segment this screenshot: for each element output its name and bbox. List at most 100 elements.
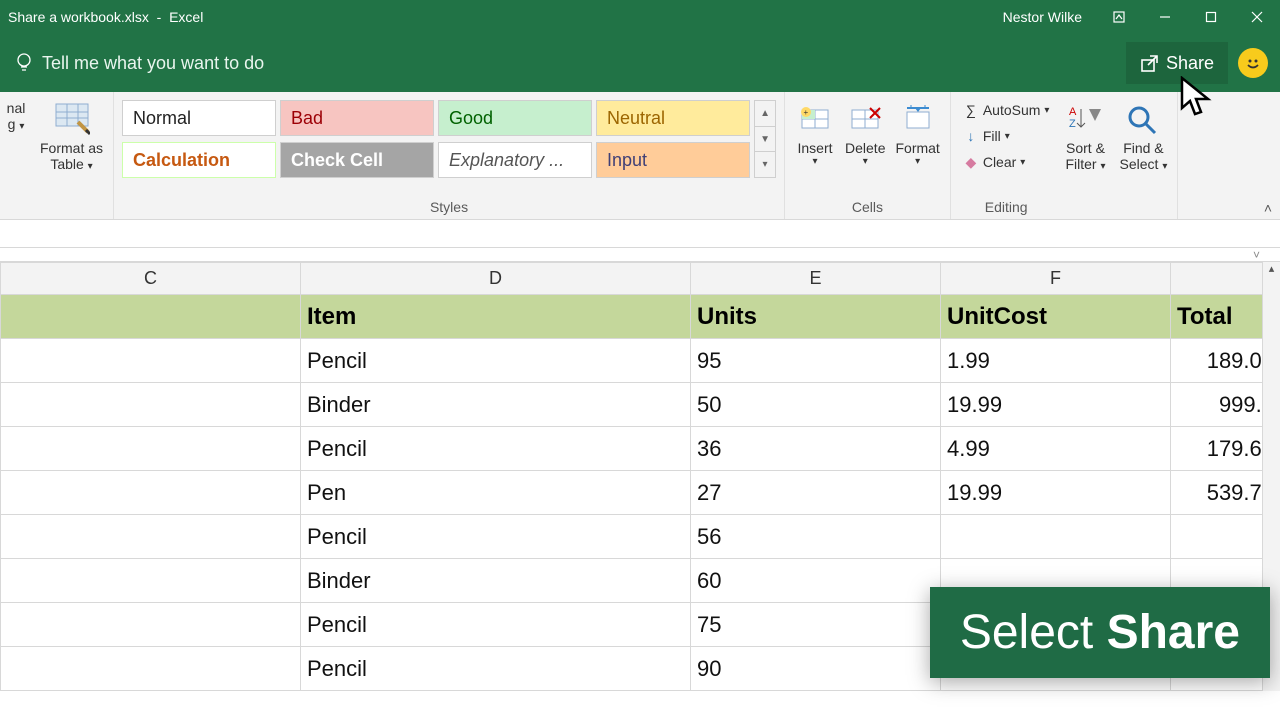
cell-units[interactable]: 50 xyxy=(691,383,941,427)
col-header-c[interactable]: C xyxy=(1,263,301,295)
cell[interactable] xyxy=(1,427,301,471)
cell-units[interactable]: 27 xyxy=(691,471,941,515)
style-input[interactable]: Input xyxy=(596,142,750,178)
cell-unitcost[interactable]: 19.99 xyxy=(941,383,1171,427)
cell[interactable] xyxy=(1,559,301,603)
table-row[interactable]: Binder5019.99999.5 xyxy=(1,383,1280,427)
conditional-formatting-button[interactable]: nal g ▾ xyxy=(0,98,32,175)
cell[interactable] xyxy=(1,647,301,691)
cell-styles-gallery[interactable]: Normal Calculation Bad Check Cell Good E… xyxy=(122,98,776,178)
format-as-table-icon xyxy=(52,100,92,138)
collapse-ribbon-icon[interactable]: ˄ xyxy=(1264,200,1272,216)
lightbulb-icon xyxy=(14,52,34,74)
formula-bar-expand[interactable]: ˅ xyxy=(0,248,1280,262)
cell-units[interactable]: 75 xyxy=(691,603,941,647)
gallery-expand-icon[interactable]: ▾ xyxy=(755,152,775,177)
cell[interactable] xyxy=(1,339,301,383)
cell-item[interactable]: Pen xyxy=(301,471,691,515)
cell-units[interactable]: 60 xyxy=(691,559,941,603)
table-row[interactable]: Pencil564 xyxy=(1,515,1280,559)
delete-cells-button[interactable]: Delete▾ xyxy=(843,98,887,170)
find-select-button[interactable]: Find & Select ▾ xyxy=(1118,98,1170,175)
style-check-cell[interactable]: Check Cell xyxy=(280,142,434,178)
maximize-button[interactable] xyxy=(1188,0,1234,34)
cell-unitcost[interactable]: 4.99 xyxy=(941,427,1171,471)
cell-unitcost[interactable] xyxy=(941,515,1171,559)
cell-item[interactable]: Pencil xyxy=(301,515,691,559)
styles-group-label: Styles xyxy=(430,199,468,217)
column-headers[interactable]: C D E F xyxy=(1,263,1280,295)
table-row[interactable]: Pencil364.99179.64 xyxy=(1,427,1280,471)
cell-units[interactable]: 95 xyxy=(691,339,941,383)
feedback-smiley-icon[interactable] xyxy=(1238,48,1268,78)
col-header-e[interactable]: E xyxy=(691,263,941,295)
style-good[interactable]: Good xyxy=(438,100,592,136)
account-user[interactable]: Nestor Wilke xyxy=(1003,9,1082,25)
insert-cells-button[interactable]: + Insert▾ xyxy=(793,98,837,170)
cell-units[interactable]: 56 xyxy=(691,515,941,559)
clear-button[interactable]: ◆ Clear▾ xyxy=(959,150,1054,174)
eraser-icon: ◆ xyxy=(963,154,979,171)
cell-item[interactable]: Binder xyxy=(301,383,691,427)
delete-cells-icon xyxy=(845,100,885,138)
cell[interactable] xyxy=(1,515,301,559)
cell[interactable] xyxy=(1,603,301,647)
cell-item[interactable]: Pencil xyxy=(301,427,691,471)
share-button[interactable]: Share xyxy=(1126,42,1228,84)
cell-item[interactable]: Pencil xyxy=(301,339,691,383)
gallery-scroll-up-icon[interactable]: ▲ xyxy=(755,101,775,127)
close-button[interactable] xyxy=(1234,0,1280,34)
svg-text:A: A xyxy=(1069,106,1077,118)
autosum-button[interactable]: ∑ AutoSum▾ xyxy=(959,98,1054,122)
sort-filter-icon: AZ xyxy=(1065,100,1105,138)
style-bad[interactable]: Bad xyxy=(280,100,434,136)
window-title: Share a workbook.xlsx - Excel xyxy=(8,9,203,25)
style-neutral[interactable]: Neutral xyxy=(596,100,750,136)
ribbon-display-options-icon[interactable] xyxy=(1096,0,1142,34)
formula-bar[interactable] xyxy=(0,220,1280,248)
share-button-label: Share xyxy=(1166,53,1214,74)
sort-filter-button[interactable]: AZ Sort & Filter ▾ xyxy=(1063,98,1107,175)
style-explanatory[interactable]: Explanatory ... xyxy=(438,142,592,178)
cell-item[interactable]: Pencil xyxy=(301,603,691,647)
tell-me-input[interactable]: Tell me what you want to do xyxy=(42,53,264,74)
table-header-row[interactable]: Item Units UnitCost Total xyxy=(1,295,1280,339)
sigma-icon: ∑ xyxy=(963,102,979,118)
ribbon: nal g ▾ Format as Table ▾ Normal Calcula… xyxy=(0,92,1280,220)
tutorial-callout: Select Share xyxy=(930,587,1270,678)
header-units[interactable]: Units xyxy=(691,295,941,339)
header-unitcost[interactable]: UnitCost xyxy=(941,295,1171,339)
insert-cells-icon: + xyxy=(795,100,835,138)
titlebar: Share a workbook.xlsx - Excel Nestor Wil… xyxy=(0,0,1280,34)
styles-gallery-scroll[interactable]: ▲ ▼ ▾ xyxy=(754,100,776,178)
cell-unitcost[interactable]: 1.99 xyxy=(941,339,1171,383)
style-normal[interactable]: Normal xyxy=(122,100,276,136)
cell-item[interactable]: Binder xyxy=(301,559,691,603)
tell-me-bar: Tell me what you want to do Share xyxy=(0,34,1280,92)
svg-text:+: + xyxy=(804,108,809,117)
cell-item[interactable]: Pencil xyxy=(301,647,691,691)
col-header-d[interactable]: D xyxy=(301,263,691,295)
editing-group-label: Editing xyxy=(985,199,1028,217)
format-as-table-button[interactable]: Format as Table ▾ xyxy=(38,98,105,175)
find-select-icon xyxy=(1123,100,1163,138)
table-row[interactable]: Pen2719.99539.73 xyxy=(1,471,1280,515)
table-row[interactable]: Pencil951.99189.05 xyxy=(1,339,1280,383)
cell[interactable] xyxy=(1,383,301,427)
cell-unitcost[interactable]: 19.99 xyxy=(941,471,1171,515)
gallery-scroll-down-icon[interactable]: ▼ xyxy=(755,127,775,153)
cells-group-label: Cells xyxy=(852,199,883,217)
cell-units[interactable]: 36 xyxy=(691,427,941,471)
format-cells-button[interactable]: Format▾ xyxy=(893,98,941,170)
svg-text:Z: Z xyxy=(1069,118,1076,130)
style-calculation[interactable]: Calculation xyxy=(122,142,276,178)
fill-down-icon: ↓ xyxy=(963,128,979,144)
share-icon xyxy=(1140,53,1160,73)
col-header-f[interactable]: F xyxy=(941,263,1171,295)
minimize-button[interactable] xyxy=(1142,0,1188,34)
fill-button[interactable]: ↓ Fill▾ xyxy=(959,124,1054,148)
cell[interactable] xyxy=(1,471,301,515)
cell-units[interactable]: 90 xyxy=(691,647,941,691)
scroll-up-icon[interactable]: ▴ xyxy=(1263,262,1280,280)
header-item[interactable]: Item xyxy=(301,295,691,339)
